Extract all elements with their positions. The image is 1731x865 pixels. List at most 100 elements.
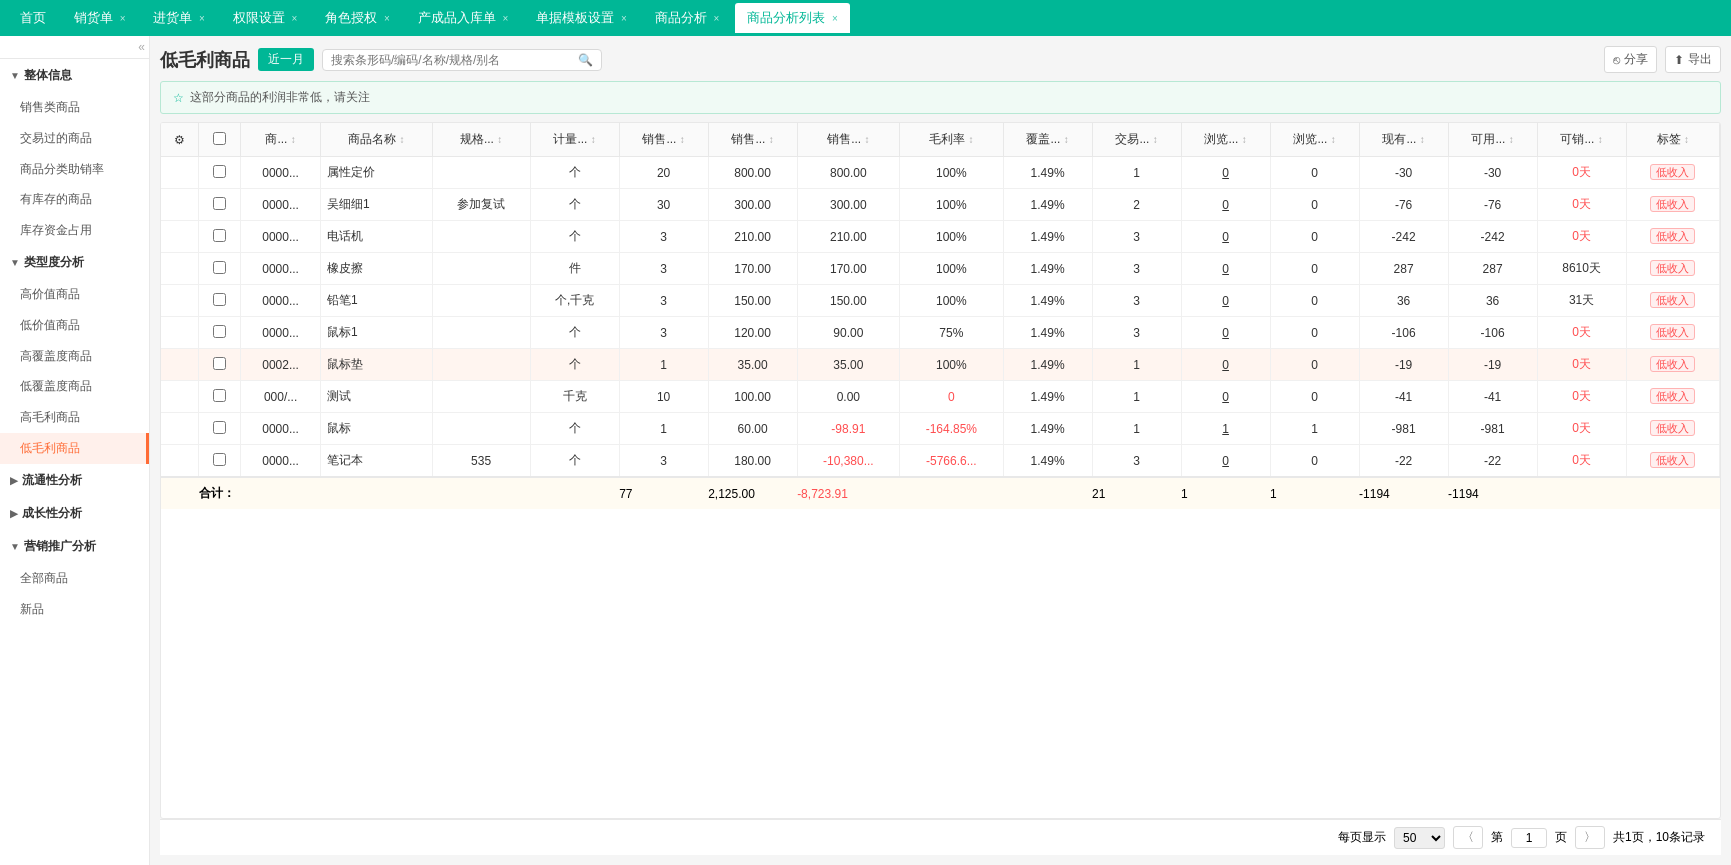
- sidebar-item-high-margin[interactable]: 高毛利商品: [0, 402, 149, 433]
- col-tag[interactable]: 标签 ↕: [1626, 123, 1719, 157]
- row-views1[interactable]: 0: [1181, 349, 1270, 381]
- row-checkbox[interactable]: [199, 189, 241, 221]
- row-gross-rate: 100%: [900, 189, 1004, 221]
- search-icon[interactable]: 🔍: [578, 53, 593, 67]
- row-views1[interactable]: 1: [1181, 413, 1270, 445]
- col-saleable[interactable]: 可销... ↕: [1537, 123, 1626, 157]
- row-select-checkbox[interactable]: [213, 197, 226, 210]
- sidebar-item-capital[interactable]: 库存资金占用: [0, 215, 149, 246]
- row-views1[interactable]: 0: [1181, 189, 1270, 221]
- row-views1[interactable]: 0: [1181, 285, 1270, 317]
- col-sales-profit[interactable]: 销售... ↕: [797, 123, 899, 157]
- col-available[interactable]: 可用... ↕: [1448, 123, 1537, 157]
- row-select-checkbox[interactable]: [213, 325, 226, 338]
- nav-item-analysis-list[interactable]: 商品分析列表 ×: [735, 3, 849, 33]
- row-views1[interactable]: 0: [1181, 221, 1270, 253]
- row-checkbox[interactable]: [199, 317, 241, 349]
- sidebar-item-category-rate[interactable]: 商品分类助销率: [0, 154, 149, 185]
- page-size-select[interactable]: 50 100 200: [1394, 827, 1445, 849]
- row-gross-rate: 75%: [900, 317, 1004, 349]
- row-views1[interactable]: 0: [1181, 445, 1270, 478]
- col-spec[interactable]: 规格... ↕: [432, 123, 530, 157]
- nav-close-products[interactable]: ×: [503, 13, 509, 24]
- sidebar-item-low-margin[interactable]: 低毛利商品: [0, 433, 149, 464]
- page-input[interactable]: [1511, 828, 1547, 848]
- nav-close-purchase[interactable]: ×: [199, 13, 205, 24]
- row-select-checkbox[interactable]: [213, 165, 226, 178]
- nav-close-roles[interactable]: ×: [384, 13, 390, 24]
- sidebar-item-high-coverage[interactable]: 高覆盖度商品: [0, 341, 149, 372]
- nav-item-analysis[interactable]: 商品分析 ×: [643, 3, 731, 33]
- row-select-checkbox[interactable]: [213, 453, 226, 466]
- nav-close-sales[interactable]: ×: [120, 13, 126, 24]
- sidebar-item-new-goods[interactable]: 新品: [0, 594, 149, 625]
- search-input[interactable]: [331, 53, 574, 67]
- col-name[interactable]: 商品名称 ↕: [321, 123, 433, 157]
- row-checkbox[interactable]: [199, 157, 241, 189]
- prev-page-button[interactable]: 〈: [1453, 826, 1483, 849]
- date-filter-button[interactable]: 近一月: [258, 48, 314, 71]
- row-checkbox[interactable]: [199, 253, 241, 285]
- sidebar-item-traded-goods[interactable]: 交易过的商品: [0, 123, 149, 154]
- row-select-checkbox[interactable]: [213, 389, 226, 402]
- row-select-checkbox[interactable]: [213, 421, 226, 434]
- row-select-checkbox[interactable]: [213, 261, 226, 274]
- sidebar-item-high-value[interactable]: 高价值商品: [0, 279, 149, 310]
- col-unit[interactable]: 计量... ↕: [530, 123, 619, 157]
- col-current-stock[interactable]: 现有... ↕: [1359, 123, 1448, 157]
- col-checkbox[interactable]: [199, 123, 241, 157]
- row-views1[interactable]: 0: [1181, 317, 1270, 349]
- row-checkbox[interactable]: [199, 413, 241, 445]
- sidebar-group-marketing[interactable]: ▼ 营销推广分析: [0, 530, 149, 563]
- row-views2: 0: [1270, 317, 1359, 349]
- sidebar-group-growth[interactable]: ▶ 成长性分析: [0, 497, 149, 530]
- export-button[interactable]: ⬆ 导出: [1665, 46, 1721, 73]
- row-select-checkbox[interactable]: [213, 357, 226, 370]
- sidebar-collapse-btn[interactable]: «: [0, 36, 149, 59]
- row-select-checkbox[interactable]: [213, 229, 226, 242]
- nav-item-purchase[interactable]: 进货单 ×: [141, 3, 216, 33]
- row-checkbox[interactable]: [199, 285, 241, 317]
- nav-item-home[interactable]: 首页: [8, 3, 58, 33]
- nav-item-permissions[interactable]: 权限设置 ×: [221, 3, 309, 33]
- col-coverage[interactable]: 覆盖... ↕: [1003, 123, 1092, 157]
- table-container: ⚙ 商... ↕ 商品名称 ↕ 规格... ↕ 计量... ↕ 销售... ↕ …: [160, 122, 1721, 819]
- tag-badge: 低收入: [1650, 164, 1695, 180]
- row-views1[interactable]: 0: [1181, 253, 1270, 285]
- nav-item-sales[interactable]: 销货单 ×: [62, 3, 137, 33]
- sidebar-item-low-value[interactable]: 低价值商品: [0, 310, 149, 341]
- next-page-button[interactable]: 〉: [1575, 826, 1605, 849]
- nav-close-template[interactable]: ×: [621, 13, 627, 24]
- nav-close-permissions[interactable]: ×: [292, 13, 298, 24]
- row-views1[interactable]: 0: [1181, 157, 1270, 189]
- nav-close-analysis[interactable]: ×: [713, 13, 719, 24]
- share-button[interactable]: ⎋ 分享: [1604, 46, 1657, 73]
- select-all-checkbox[interactable]: [213, 132, 226, 145]
- row-views1[interactable]: 0: [1181, 381, 1270, 413]
- sidebar-item-low-coverage[interactable]: 低覆盖度商品: [0, 371, 149, 402]
- col-code[interactable]: 商... ↕: [241, 123, 321, 157]
- col-sales-price[interactable]: 销售... ↕: [708, 123, 797, 157]
- row-select-checkbox[interactable]: [213, 293, 226, 306]
- nav-close-analysis-list[interactable]: ×: [832, 13, 838, 24]
- col-views1[interactable]: 浏览... ↕: [1181, 123, 1270, 157]
- sidebar-group-flow[interactable]: ▶ 流通性分析: [0, 464, 149, 497]
- row-tag: 低收入: [1626, 381, 1719, 413]
- col-gross-rate[interactable]: 毛利率 ↕: [900, 123, 1004, 157]
- col-settings[interactable]: ⚙: [161, 123, 199, 157]
- col-trade[interactable]: 交易... ↕: [1092, 123, 1181, 157]
- col-sales-qty[interactable]: 销售... ↕: [619, 123, 708, 157]
- nav-item-template[interactable]: 单据模板设置 ×: [524, 3, 638, 33]
- sidebar-group-overall[interactable]: ▼ 整体信息: [0, 59, 149, 92]
- nav-item-products[interactable]: 产成品入库单 ×: [406, 3, 520, 33]
- sidebar-item-all-goods[interactable]: 全部商品: [0, 563, 149, 594]
- sidebar-item-stocked-goods[interactable]: 有库存的商品: [0, 184, 149, 215]
- sidebar-item-sales-goods[interactable]: 销售类商品: [0, 92, 149, 123]
- row-checkbox[interactable]: [199, 349, 241, 381]
- nav-item-roles[interactable]: 角色授权 ×: [313, 3, 401, 33]
- sidebar-group-type[interactable]: ▼ 类型度分析: [0, 246, 149, 279]
- row-checkbox[interactable]: [199, 221, 241, 253]
- col-views2[interactable]: 浏览... ↕: [1270, 123, 1359, 157]
- row-checkbox[interactable]: [199, 445, 241, 478]
- row-checkbox[interactable]: [199, 381, 241, 413]
